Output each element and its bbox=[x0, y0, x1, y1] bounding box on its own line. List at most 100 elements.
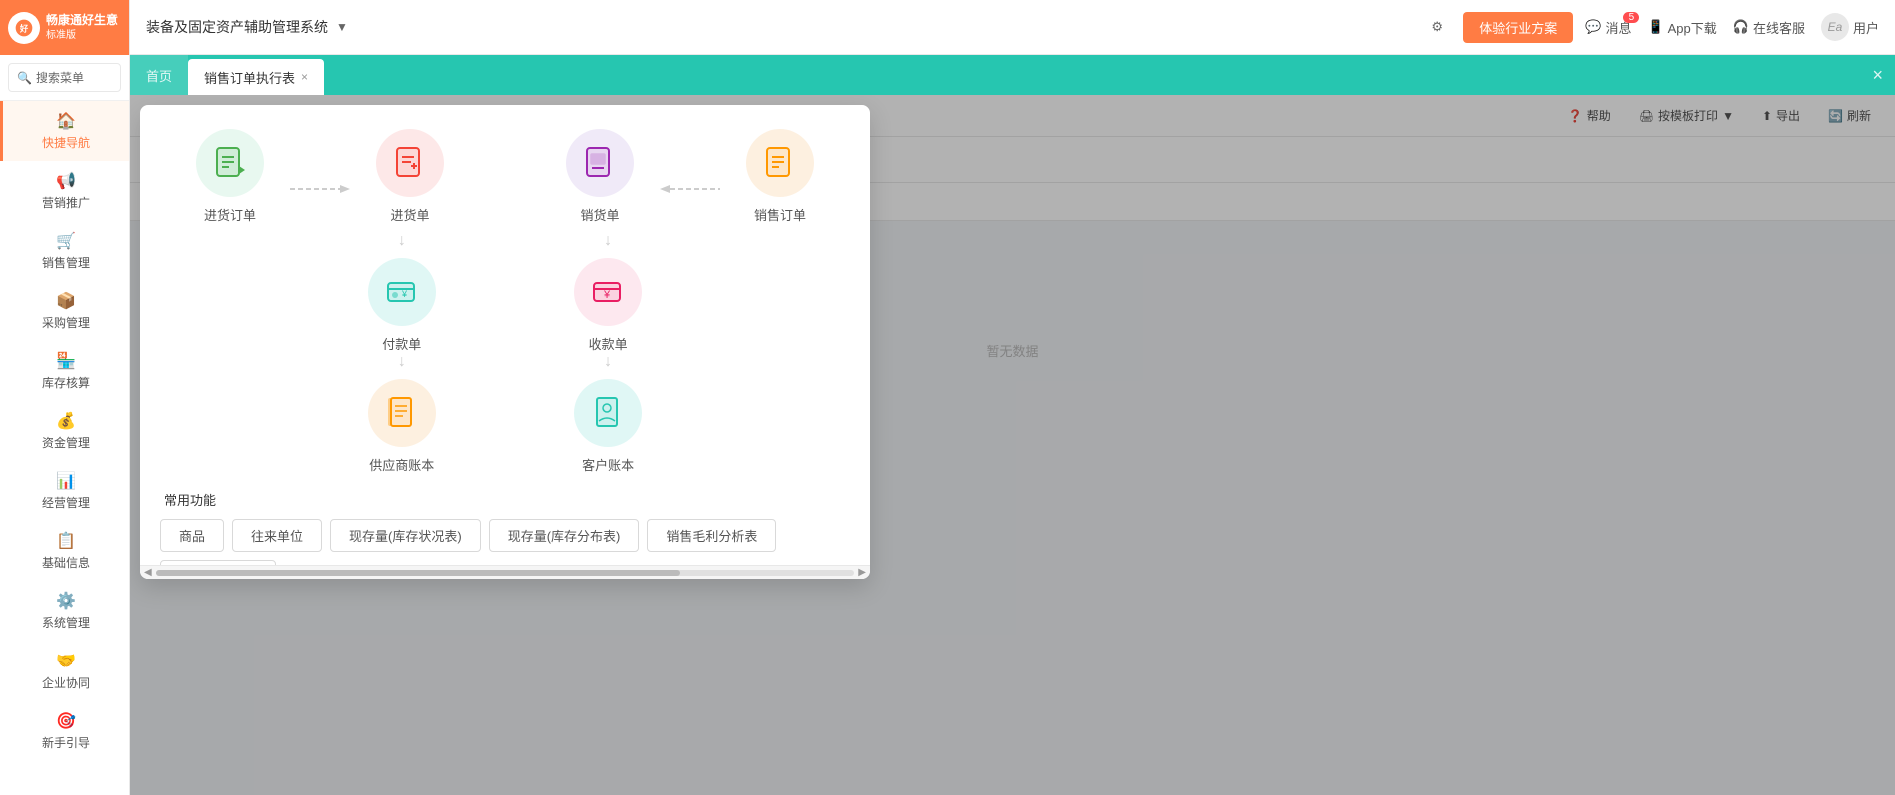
finance-icon: 💰 bbox=[56, 411, 76, 431]
flow-item-receipt[interactable]: ↓ ¥ 收款单 bbox=[548, 232, 668, 353]
flow-label-supplier-ledger: 供应商账本 bbox=[369, 455, 434, 474]
flow-arrow-1 bbox=[290, 182, 350, 196]
tab-home-label: 首页 bbox=[146, 66, 172, 85]
flow-circle-receipt: ¥ bbox=[574, 258, 642, 326]
logo-text: 畅康通好生意 标准版 bbox=[46, 13, 118, 42]
flow-label-receipt: 收款单 bbox=[589, 334, 628, 353]
sidebar-search: 🔍 搜索菜单 bbox=[0, 55, 129, 101]
common-btn-inventory-dist[interactable]: 现存量(库存分布表) bbox=[489, 519, 640, 552]
sidebar-item-label: 快捷导航 bbox=[42, 134, 90, 151]
flow-circle-supplier-ledger bbox=[368, 379, 436, 447]
base-info-icon: 📋 bbox=[56, 531, 76, 551]
tab-home[interactable]: 首页 bbox=[130, 55, 188, 95]
sidebar-item-operations[interactable]: 📊 经营管理 bbox=[0, 461, 129, 521]
search-menu-button[interactable]: 🔍 搜索菜单 bbox=[8, 63, 121, 92]
common-functions: 常用功能 商品 往来单位 现存量(库存状况表) 现存量(库存分布表) 销售毛利分… bbox=[140, 490, 870, 565]
online-service-button[interactable]: 🎧 在线客服 bbox=[1733, 18, 1805, 37]
flow-item-sales-bill[interactable]: 销货单 bbox=[540, 129, 660, 224]
online-service-label: 在线客服 bbox=[1753, 18, 1805, 37]
flow-item-supplier-ledger[interactable]: ↓ 供应商账本 bbox=[342, 353, 462, 474]
home-icon: 🏠 bbox=[56, 111, 76, 131]
scroll-right-arrow[interactable]: ▶ bbox=[858, 567, 866, 578]
message-button[interactable]: 💬 消息 5 bbox=[1585, 18, 1631, 37]
tab-close-icon[interactable]: × bbox=[301, 70, 308, 84]
flow-item-purchase-order[interactable]: 进货订单 bbox=[170, 129, 290, 224]
message-badge: 5 bbox=[1623, 12, 1639, 23]
popup-overlay: 进货订单 bbox=[130, 95, 1895, 795]
sidebar-item-base-info[interactable]: 📋 基础信息 bbox=[0, 521, 129, 581]
sidebar: 好 畅康通好生意 标准版 🔍 搜索菜单 🏠 快捷导航 📢 营销推广 � bbox=[0, 0, 130, 795]
sidebar-item-label: 销售管理 bbox=[42, 254, 90, 271]
svg-text:¥: ¥ bbox=[603, 289, 611, 301]
app-download-label: App下载 bbox=[1668, 18, 1717, 37]
topbar-actions: 💬 消息 5 📱 App下载 🎧 在线客服 Ea 用户 bbox=[1585, 13, 1879, 41]
sidebar-item-system[interactable]: ⚙️ 系统管理 bbox=[0, 581, 129, 641]
sidebar-item-sales[interactable]: 🛒 销售管理 bbox=[0, 221, 129, 281]
settings-button[interactable]: ⚙ bbox=[1423, 13, 1451, 41]
topbar: 装备及固定资产辅助管理系统 ▼ ⚙ 体验行业方案 💬 消息 5 📱 App下载 … bbox=[130, 0, 1895, 55]
flow-circle-purchase-bill bbox=[376, 129, 444, 197]
avatar: Ea bbox=[1821, 13, 1849, 41]
purchase-icon: 📦 bbox=[56, 291, 76, 311]
flow-item-purchase-bill[interactable]: 进货单 bbox=[350, 129, 470, 224]
sidebar-item-marketing[interactable]: 📢 营销推广 bbox=[0, 161, 129, 221]
flow-item-payment[interactable]: ↓ ¥ 付款单 bbox=[342, 232, 462, 353]
sidebar-item-purchase[interactable]: 📦 采购管理 bbox=[0, 281, 129, 341]
popup-content: 进货订单 bbox=[140, 105, 870, 565]
service-icon: 🎧 bbox=[1733, 19, 1749, 35]
sidebar-item-collab[interactable]: 🤝 企业协同 bbox=[0, 641, 129, 701]
scrollbar-thumb bbox=[156, 570, 680, 576]
collab-icon: 🤝 bbox=[56, 651, 76, 671]
flow-label-sales-bill: 销货单 bbox=[580, 205, 619, 224]
sales-icon: 🛒 bbox=[56, 231, 76, 251]
common-btn-inventory-status[interactable]: 现存量(库存状况表) bbox=[330, 519, 481, 552]
system-title: 装备及固定资产辅助管理系统 ▼ bbox=[146, 17, 1411, 37]
arrow-down-receipt: ↓ bbox=[604, 353, 612, 371]
flow-item-sales-order[interactable]: 销售订单 bbox=[720, 129, 840, 224]
scrollbar-track[interactable] bbox=[156, 570, 855, 576]
tab-sales-order[interactable]: 销售订单执行表 × bbox=[188, 59, 324, 95]
content-area: ❓ 帮助 🖨 按模板打印 ▼ ⬆ 导出 🔄 刷新 bbox=[130, 95, 1895, 795]
popup-scrollbar: ◀ ▶ bbox=[140, 565, 870, 579]
inventory-icon: 🏪 bbox=[56, 351, 76, 371]
sidebar-item-label: 采购管理 bbox=[42, 314, 90, 331]
flow-label-purchase-order: 进货订单 bbox=[204, 205, 256, 224]
sidebar-item-guide[interactable]: 🎯 新手引导 bbox=[0, 701, 129, 761]
flow-row-3: ↓ 供应商账本 ↓ bbox=[170, 353, 840, 474]
arrow-down-purchase: ↓ bbox=[398, 232, 406, 250]
close-all-tabs-button[interactable]: × bbox=[1872, 55, 1883, 95]
svg-text:¥: ¥ bbox=[401, 289, 408, 299]
common-btn-partner[interactable]: 往来单位 bbox=[232, 519, 322, 552]
sidebar-nav: 🏠 快捷导航 📢 营销推广 🛒 销售管理 📦 采购管理 🏪 库存核算 💰 bbox=[0, 101, 129, 795]
user-name-label: 用户 bbox=[1853, 18, 1879, 37]
sidebar-item-inventory[interactable]: 🏪 库存核算 bbox=[0, 341, 129, 401]
flow-label-customer-ledger: 客户账本 bbox=[582, 455, 634, 474]
sidebar-item-home[interactable]: 🏠 快捷导航 bbox=[0, 101, 129, 161]
svg-text:好: 好 bbox=[19, 23, 29, 33]
sidebar-item-label: 基础信息 bbox=[42, 554, 90, 571]
sidebar-item-label: 营销推广 bbox=[42, 194, 90, 211]
sidebar-item-finance[interactable]: 💰 资金管理 bbox=[0, 401, 129, 461]
flow-item-customer-ledger[interactable]: ↓ 客户账本 bbox=[548, 353, 668, 474]
app-download-button[interactable]: 📱 App下载 bbox=[1647, 18, 1716, 37]
common-btn-goods[interactable]: 商品 bbox=[160, 519, 224, 552]
flow-row-2: ↓ ¥ 付款单 ↓ bbox=[170, 232, 840, 353]
flow-chart: 进货订单 bbox=[140, 105, 870, 474]
system-dropdown[interactable]: ▼ bbox=[336, 20, 348, 34]
user-menu-button[interactable]: Ea 用户 bbox=[1821, 13, 1879, 41]
flow-label-purchase-bill: 进货单 bbox=[390, 205, 429, 224]
flow-arrow-2 bbox=[660, 182, 720, 196]
sidebar-logo: 好 畅康通好生意 标准版 bbox=[0, 0, 129, 55]
sidebar-item-label: 库存核算 bbox=[42, 374, 90, 391]
try-industry-button[interactable]: 体验行业方案 bbox=[1463, 12, 1573, 43]
tab-sales-order-label: 销售订单执行表 bbox=[204, 68, 295, 87]
download-icon: 📱 bbox=[1647, 19, 1663, 35]
common-btn-sales-profit[interactable]: 销售毛利分析表 bbox=[647, 519, 776, 552]
system-icon: ⚙️ bbox=[56, 591, 76, 611]
marketing-icon: 📢 bbox=[56, 171, 76, 191]
scroll-left-arrow[interactable]: ◀ bbox=[144, 567, 152, 578]
flow-row-1: 进货订单 bbox=[170, 129, 840, 224]
flow-circle-sales-order bbox=[746, 129, 814, 197]
flow-label-payment: 付款单 bbox=[382, 334, 421, 353]
logo-icon: 好 bbox=[8, 12, 40, 44]
